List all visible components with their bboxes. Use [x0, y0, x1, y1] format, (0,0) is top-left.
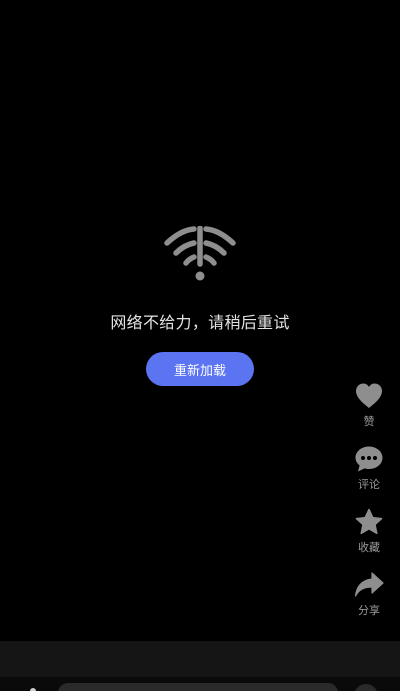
heart-icon	[356, 383, 382, 408]
like-label: 赞	[363, 415, 375, 428]
share-action[interactable]: 分享	[354, 571, 384, 634]
reload-button[interactable]: 重新加载	[146, 352, 254, 386]
comment-action[interactable]: 评论	[354, 445, 384, 508]
video-screen: 网络不给力，请稍后重试 重新加载 赞 评论 收藏 分享	[0, 0, 400, 691]
star-icon	[355, 508, 383, 535]
wifi-warning-icon	[164, 226, 236, 281]
favorite-label: 收藏	[358, 541, 380, 554]
share-label: 分享	[358, 604, 380, 617]
action-rail: 赞 评论 收藏 分享	[354, 382, 384, 634]
error-message: 网络不给力，请稍后重试	[110, 313, 290, 332]
network-error-block: 网络不给力，请稍后重试 重新加载	[0, 226, 400, 386]
like-action[interactable]: 赞	[354, 382, 384, 445]
comment-label: 评论	[358, 478, 380, 491]
share-arrow-icon	[354, 572, 384, 597]
favorite-action[interactable]: 收藏	[354, 508, 384, 571]
comment-icon	[355, 446, 383, 472]
comment-input[interactable]	[58, 683, 338, 691]
